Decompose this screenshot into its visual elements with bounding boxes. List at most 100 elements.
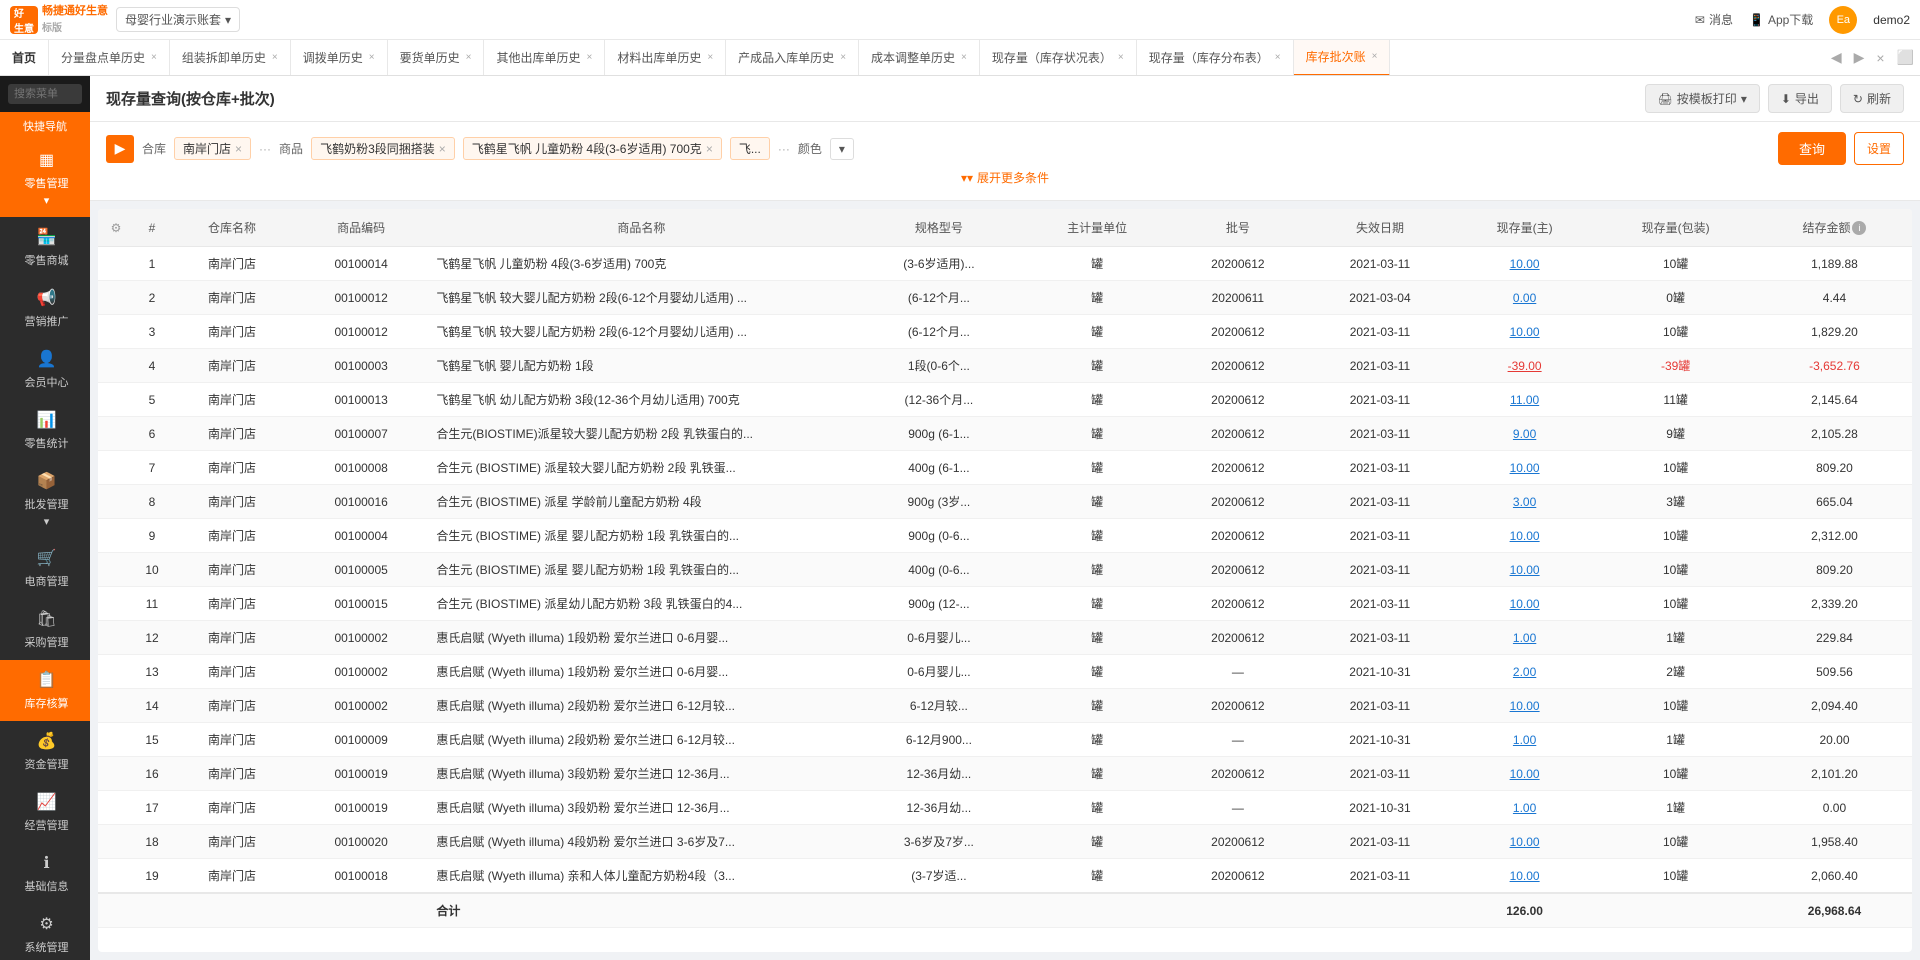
row-qty-pkg: 9罐 <box>1594 417 1757 451</box>
tab-batch-voucher[interactable]: 库存批次账 × <box>1294 40 1391 76</box>
search-input[interactable] <box>8 84 82 104</box>
tab-unpack-close[interactable]: × <box>272 52 278 63</box>
tab-maximize-button[interactable]: ⬜ <box>1891 40 1920 76</box>
tab-product-in-close[interactable]: × <box>840 52 846 63</box>
tab-inv-dist-close[interactable]: × <box>1275 52 1281 63</box>
tab-cost-history[interactable]: 成本调整单历史 × <box>859 40 980 76</box>
row-spec: (3-7岁适... <box>854 859 1023 894</box>
row-warehouse: 南岸门店 <box>170 859 294 894</box>
tab-next-button[interactable]: ▶ <box>1848 40 1871 76</box>
message-button[interactable]: ✉ 消息 <box>1695 11 1733 28</box>
app-version: 标版 <box>42 19 108 34</box>
tab-prev-button[interactable]: ◀ <box>1825 40 1848 76</box>
row-spec: 0-6月婴儿... <box>854 655 1023 689</box>
tab-mix-close[interactable]: × <box>369 52 375 63</box>
tab-split-close[interactable]: × <box>151 52 157 63</box>
row-balance: 2,094.40 <box>1757 689 1912 723</box>
row-qty-pkg: 10罐 <box>1594 757 1757 791</box>
tab-inv-status-close[interactable]: × <box>1118 52 1124 63</box>
row-spec: 6-12月900... <box>854 723 1023 757</box>
row-qty-pkg: 10罐 <box>1594 451 1757 485</box>
row-balance: 1,189.88 <box>1757 247 1912 281</box>
sidebar-item-retail-stat[interactable]: 📊 零售统计 <box>0 400 90 461</box>
tab-batch-label: 库存批次账 <box>1306 48 1366 65</box>
tab-inv-dist-label: 现存量（库存分布表） <box>1149 49 1269 66</box>
tab-home[interactable]: 首页 <box>0 40 49 76</box>
tab-material-out-close[interactable]: × <box>707 52 713 63</box>
sidebar-item-inventory[interactable]: 📋 库存核算 <box>0 660 90 721</box>
row-qty-pkg: 1罐 <box>1594 621 1757 655</box>
sidebar-item-retail-stat-label: 零售统计 <box>25 435 69 451</box>
row-balance: 2,060.40 <box>1757 859 1912 894</box>
tab-close-all-button[interactable]: × <box>1870 40 1890 76</box>
row-code: 00100019 <box>294 791 428 825</box>
warehouse-tag-remove[interactable]: × <box>235 142 242 156</box>
row-qty-main: 10.00 <box>1455 859 1594 894</box>
sidebar-item-retail-store[interactable]: 🏪 零售商城 <box>0 217 90 278</box>
tab-require-label: 要货单历史 <box>400 49 460 66</box>
sidebar-item-basic-info[interactable]: ℹ 基础信息 <box>0 843 90 904</box>
row-batch: 20200612 <box>1171 485 1305 519</box>
sidebar-item-operation[interactable]: 📈 经营管理 <box>0 782 90 843</box>
settings-page-button[interactable]: 设置 <box>1854 132 1904 165</box>
tab-split-history[interactable]: 分量盘点单历史 × <box>49 40 170 76</box>
tab-unpack-history[interactable]: 组装拆卸单历史 × <box>170 40 291 76</box>
sidebar-item-ecommerce[interactable]: 🛒 电商管理 <box>0 538 90 599</box>
row-qty-main: 10.00 <box>1455 553 1594 587</box>
avatar[interactable]: Ea <box>1829 6 1857 34</box>
query-button[interactable]: 查询 <box>1778 132 1846 165</box>
tab-other-out-close[interactable]: × <box>586 52 592 63</box>
col-settings[interactable]: ⚙ <box>98 209 134 247</box>
column-settings-icon[interactable]: ⚙ <box>111 221 122 235</box>
app-download-button[interactable]: 📱 App下载 <box>1749 11 1813 28</box>
username: demo2 <box>1873 13 1910 27</box>
tab-inv-dist[interactable]: 现存量（库存分布表） × <box>1137 40 1294 76</box>
goods-tag-1-remove[interactable]: × <box>439 142 446 156</box>
filter-expand-row[interactable]: ▾▾ 展开更多条件 <box>106 165 1904 190</box>
finance-icon: 💰 <box>37 731 57 751</box>
sidebar-item-retail-mgmt[interactable]: ▦ 零售管理 ▾ <box>0 140 90 217</box>
balance-label: 结存金额 <box>1802 219 1850 236</box>
tab-require-close[interactable]: × <box>466 52 472 63</box>
row-warehouse: 南岸门店 <box>170 791 294 825</box>
sidebar-item-finance[interactable]: 💰 资金管理 <box>0 721 90 782</box>
goods-filter-label: 商品 <box>279 140 303 157</box>
goods-tag-2-remove[interactable]: × <box>706 142 713 156</box>
print-button[interactable]: 🖨 按模板打印 ▾ <box>1645 84 1760 113</box>
inventory-table: ⚙ # 仓库名称 商品编码 商品名称 规格型号 主计量单位 批号 失效日期 现存… <box>98 209 1912 928</box>
row-balance: 2,101.20 <box>1757 757 1912 791</box>
row-expire: 2021-03-11 <box>1305 247 1455 281</box>
sidebar-item-marketing[interactable]: 📢 营销推广 <box>0 278 90 339</box>
row-batch: 20200612 <box>1171 621 1305 655</box>
tab-require-history[interactable]: 要货单历史 × <box>388 40 485 76</box>
tab-inv-status[interactable]: 现存量（库存状况表） × <box>980 40 1137 76</box>
tab-material-out[interactable]: 材料出库单历史 × <box>605 40 726 76</box>
color-filter-dropdown[interactable]: ▾ <box>830 138 854 160</box>
sidebar-item-batch-mgmt[interactable]: 📦 批发管理 ▾ <box>0 461 90 538</box>
row-warehouse: 南岸门店 <box>170 485 294 519</box>
tab-product-in[interactable]: 产成品入库单历史 × <box>726 40 859 76</box>
row-qty-pkg: 10罐 <box>1594 689 1757 723</box>
refresh-button[interactable]: ↻ 刷新 <box>1840 84 1904 113</box>
batch-mgmt-icon: 📦 <box>37 471 57 491</box>
filter-expand-arrow[interactable]: ▶ <box>106 135 134 163</box>
quick-nav-button[interactable]: 快捷导航 <box>0 112 90 140</box>
warehouse-filter-dots[interactable]: ··· <box>259 142 271 156</box>
sidebar-item-system[interactable]: ⚙ 系统管理 <box>0 904 90 960</box>
tab-batch-close[interactable]: × <box>1372 51 1378 62</box>
row-code: 00100013 <box>294 383 428 417</box>
tab-other-out[interactable]: 其他出库单历史 × <box>484 40 605 76</box>
sidebar-item-purchase[interactable]: 🛍 采购管理 <box>0 599 90 660</box>
balance-info-icon[interactable]: i <box>1852 221 1866 235</box>
row-qty-main: 9.00 <box>1455 417 1594 451</box>
sidebar-item-member[interactable]: 👤 会员中心 <box>0 339 90 400</box>
row-batch: 20200612 <box>1171 587 1305 621</box>
export-button[interactable]: ⬇ 导出 <box>1768 84 1832 113</box>
warehouse-selector[interactable]: 母婴行业演示账套 ▾ <box>116 7 240 32</box>
tab-cost-close[interactable]: × <box>961 52 967 63</box>
goods-filter-dots[interactable]: ··· <box>778 142 790 156</box>
tab-mix-history[interactable]: 调拨单历史 × <box>291 40 388 76</box>
goods-filter-tag-2: 飞鹤星飞帆 儿童奶粉 4段(3-6岁适用) 700克 × <box>463 137 722 160</box>
row-balance: 2,105.28 <box>1757 417 1912 451</box>
row-spec: 12-36月幼... <box>854 757 1023 791</box>
